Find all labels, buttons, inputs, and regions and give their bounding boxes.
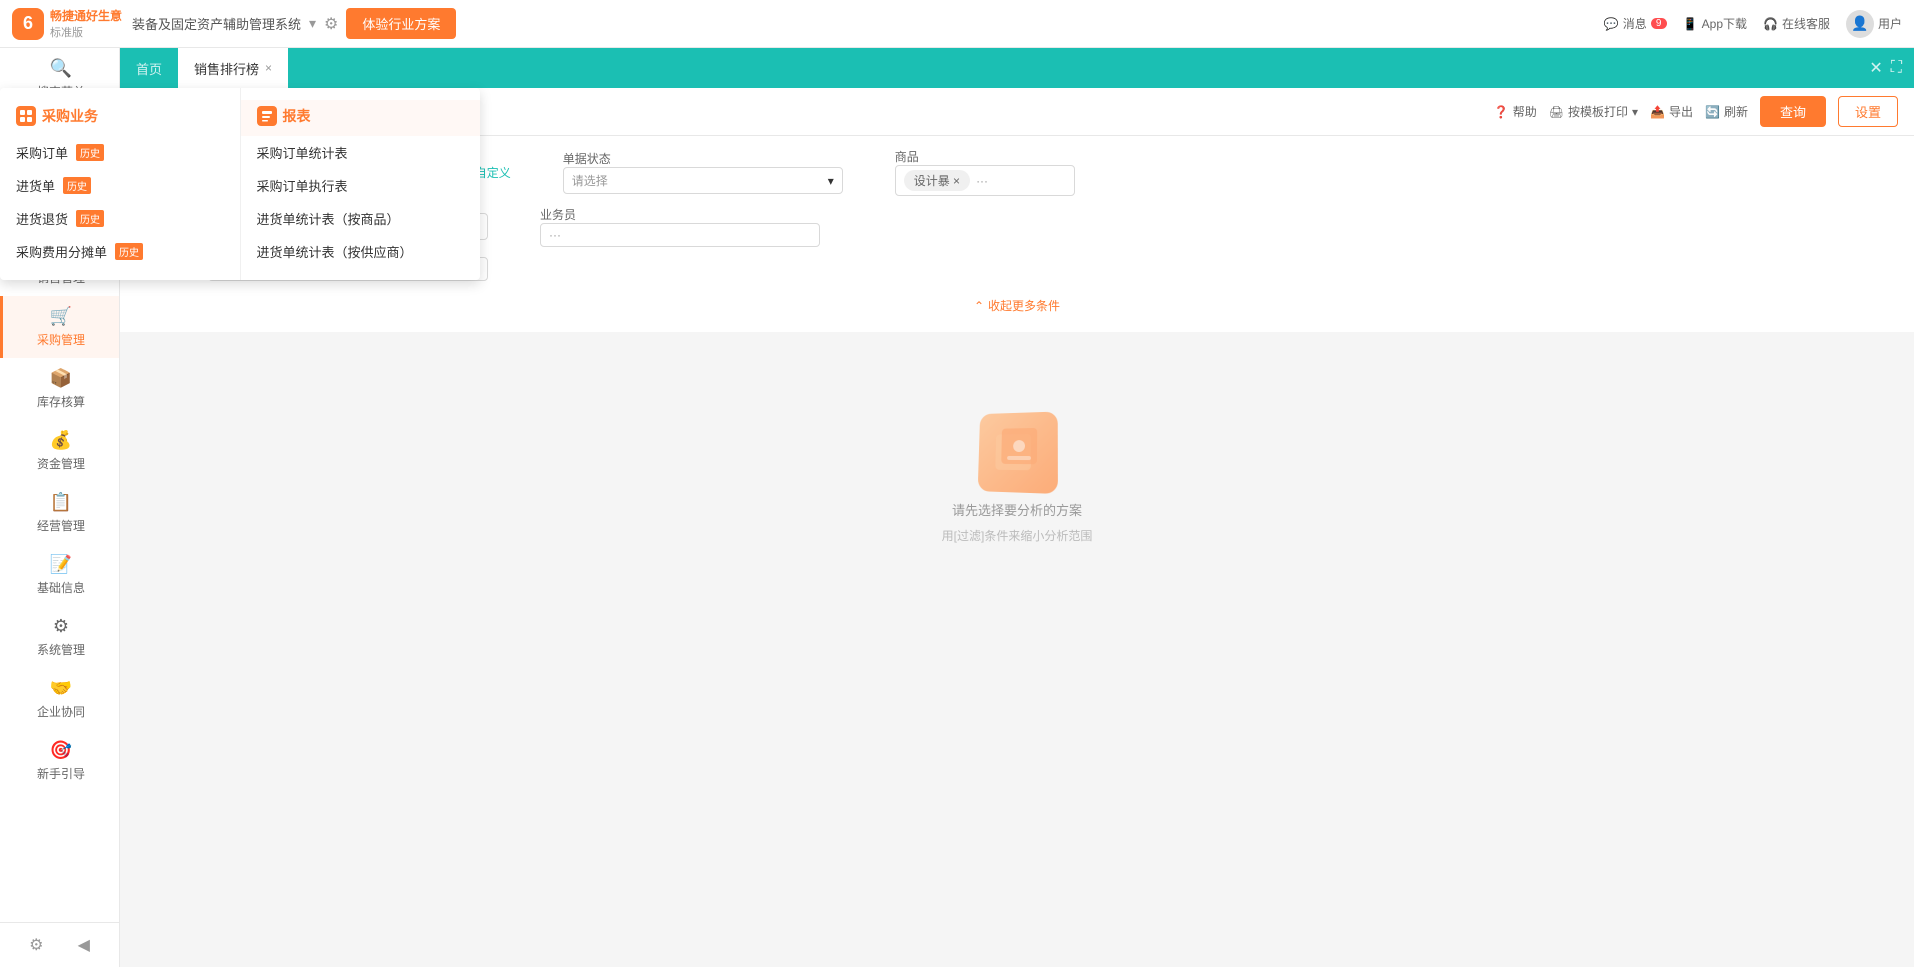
sidebar-item-operations[interactable]: 📋 经营管理 [0,482,119,544]
report-col: 报表 采购订单统计表 采购订单执行表 进货单统计表（按商品） 进货单统计表（按供… [241,88,481,280]
settings-icon[interactable]: ⚙ [324,14,338,34]
dropdown-item-inbound-stat-product[interactable]: 进货单统计表（按商品） [241,202,481,235]
tab-sales-ranking[interactable]: 销售排行榜 × [178,48,288,88]
dropdown-item-return[interactable]: 进货退货 历史 [0,202,240,235]
inventory-icon: 📦 [50,368,72,389]
product-input[interactable]: 设计暴 × ··· [895,165,1075,196]
sidebar-item-basic-info[interactable]: 📝 基础信息 [0,544,119,606]
print-btn[interactable]: 🖨 按模板打印 ▾ [1549,103,1638,120]
print-icon: 🖨 [1549,105,1564,119]
collapse-up-icon: ⌃ [974,299,984,313]
empty-line1: 请先选择要分析的方案 [952,500,1082,519]
message-btn[interactable]: 💬 消息 9 [1604,15,1667,32]
system-title-area: 装备及固定资产辅助管理系统 ▾ ⚙ 体验行业方案 [132,8,1604,39]
purchase-business-col: 采购业务 采购订单 历史 进货单 历史 进货退货 历史 采购费用分摊单 历史 [0,88,241,280]
report-header: 报表 [241,100,481,136]
refresh-btn[interactable]: 🔄 刷新 [1705,103,1748,120]
report-icon [257,106,277,126]
system-title-text: 装备及固定资产辅助管理系统 [132,14,301,33]
export-icon: 📤 [1650,105,1665,119]
dropdown-item-inbound[interactable]: 进货单 历史 [0,169,240,202]
salesperson-group: 业务员 ··· [540,206,820,247]
industry-btn[interactable]: 体验行业方案 [346,8,456,39]
system-title-chevron-icon[interactable]: ▾ [309,15,316,32]
headset-icon: 🎧 [1763,17,1778,31]
purchase-business-header: 采购业务 [0,100,240,136]
guide-icon: 🎯 [50,740,72,761]
sidebar-item-purchase[interactable]: 🛒 采购管理 [0,296,119,358]
dropdown-item-expense[interactable]: 采购费用分摊单 历史 [0,235,240,268]
voucher-status-group: 单据状态 请选择 ▾ [563,150,843,194]
app-download-btn[interactable]: 📱 App下载 [1683,15,1747,32]
phone-icon: 📱 [1683,17,1698,31]
more-icon: ··· [976,174,988,188]
history-badge-2: 历史 [76,210,104,227]
date-custom-btn[interactable]: 自定义 [475,164,511,181]
sidebar-item-system[interactable]: ⚙ 系统管理 [0,606,119,668]
dropdown-item-purchase-order-exec[interactable]: 采购订单执行表 [241,169,481,202]
tab-window-expand-icon[interactable]: ⛶ [1891,59,1902,77]
collaboration-icon: 🤝 [50,678,72,699]
logo-icon: 6 [12,8,44,40]
empty-line2: 用[过滤]条件来缩小分析范围 [942,527,1093,544]
purchase-dropdown-menu: 采购业务 采购订单 历史 进货单 历史 进货退货 历史 采购费用分摊单 历史 [0,88,480,280]
voucher-status-chevron-icon: ▾ [828,174,834,188]
dropdown-item-purchase-order-stat[interactable]: 采购订单统计表 [241,136,481,169]
dropdown-item-purchase-order[interactable]: 采购订单 历史 [0,136,240,169]
tab-home[interactable]: 首页 [120,48,178,88]
tab-bar-actions: ✕ ⛶ [1857,58,1914,78]
purchase-icon: 🛒 [50,306,72,327]
system-icon: ⚙ [53,616,69,637]
sidebar-item-inventory[interactable]: 📦 库存核算 [0,358,119,420]
export-btn[interactable]: 📤 导出 [1650,103,1693,120]
finance-icon: 💰 [50,430,72,451]
history-badge-1: 历史 [63,177,91,194]
product-group: 商品 设计暴 × ··· [895,148,1075,196]
online-service-btn[interactable]: 🎧 在线客服 [1763,15,1830,32]
user-btn[interactable]: 👤 用户 [1846,10,1902,38]
empty-illustration [978,411,1058,494]
query-button[interactable]: 查询 [1760,96,1826,127]
help-btn[interactable]: ❓ 帮助 [1494,103,1537,120]
message-badge: 9 [1651,18,1667,29]
logo-area: 6 畅捷通好生意 标准版 [12,7,132,40]
tab-close-icon[interactable]: × [265,61,272,75]
sidebar-settings-btn[interactable]: ⚙ [29,935,43,955]
sidebar-bottom: ⚙ ◀ [0,922,119,967]
sidebar-item-collaboration[interactable]: 🤝 企业协同 [0,668,119,730]
history-badge-0: 历史 [76,144,104,161]
message-icon: 💬 [1604,17,1619,31]
print-chevron-icon: ▾ [1632,105,1638,119]
logo-text: 畅捷通好生意 标准版 [50,7,122,40]
purchase-business-icon [16,106,36,126]
empty-state: 请先选择要分析的方案 用[过滤]条件来缩小分析范围 [120,332,1914,624]
product-tag: 设计暴 × [904,170,970,191]
setting-button[interactable]: 设置 [1838,96,1898,127]
tab-window-close-icon[interactable]: ✕ [1869,58,1882,78]
operations-icon: 📋 [50,492,72,513]
dropdown-item-inbound-stat-supplier[interactable]: 进货单统计表（按供应商） [241,235,481,268]
sidebar-item-guide[interactable]: 🎯 新手引导 [0,730,119,792]
tab-bar: 首页 销售排行榜 × ✕ ⛶ [120,48,1914,88]
salesperson-input[interactable]: ··· [540,223,820,247]
sidebar-collapse-btn[interactable]: ◀ [78,935,90,955]
header-right: 💬 消息 9 📱 App下载 🎧 在线客服 👤 用户 [1604,10,1902,38]
basic-info-icon: 📝 [50,554,72,575]
user-avatar: 👤 [1846,10,1874,38]
top-header: 6 畅捷通好生意 标准版 装备及固定资产辅助管理系统 ▾ ⚙ 体验行业方案 💬 … [0,0,1914,48]
refresh-icon: 🔄 [1705,105,1720,119]
voucher-status-select[interactable]: 请选择 ▾ [563,167,843,194]
sidebar-item-finance[interactable]: 💰 资金管理 [0,420,119,482]
collapse-btn[interactable]: ⌃ 收起更多条件 [136,291,1898,320]
help-icon: ❓ [1494,105,1509,119]
history-badge-3: 历史 [115,243,143,260]
search-icon: 🔍 [50,58,72,79]
